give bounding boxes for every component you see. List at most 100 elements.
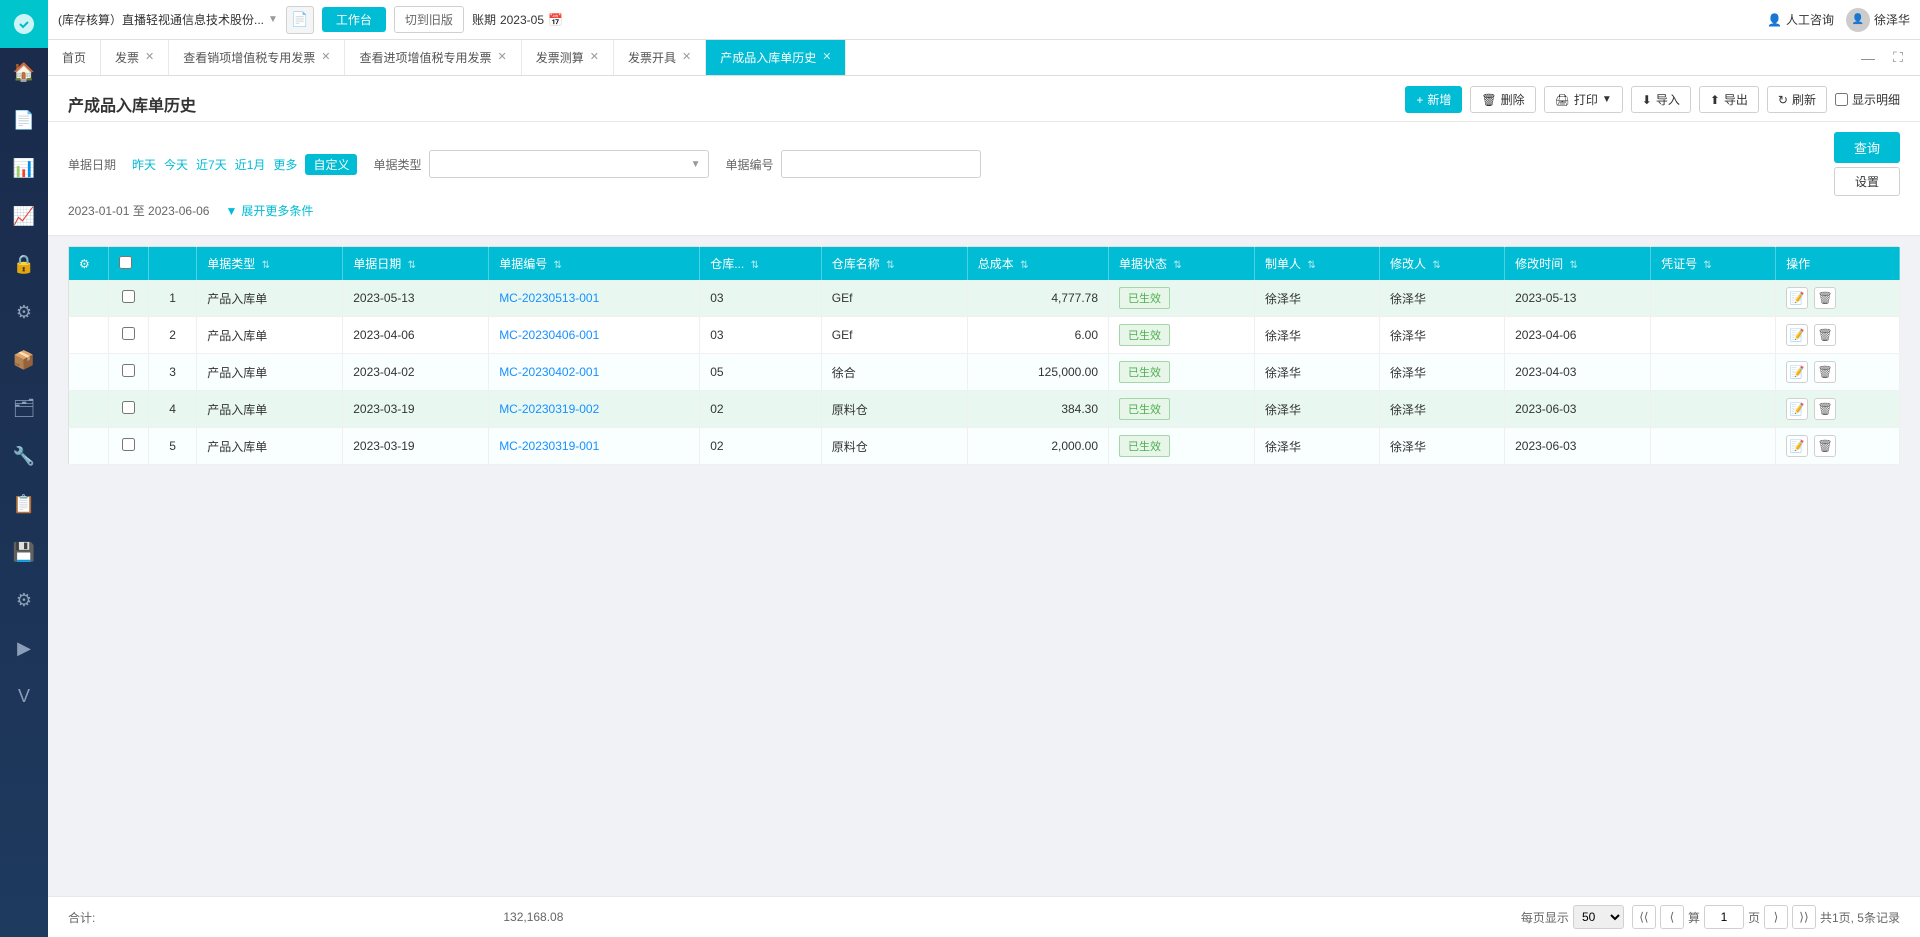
row-doc-num-2[interactable]: MC-20230402-001: [489, 354, 700, 391]
sidebar-item-folder[interactable]: 🗂: [0, 384, 48, 432]
row-checkbox-input-4[interactable]: [122, 438, 135, 451]
row-doc-num-3[interactable]: MC-20230319-002: [489, 391, 700, 428]
row-settings-1[interactable]: [69, 317, 109, 354]
row-edit-btn-2[interactable]: 📝: [1786, 361, 1808, 383]
doc-type-col-header[interactable]: 单据类型 ⇅: [197, 247, 343, 281]
row-checkbox-input-2[interactable]: [122, 364, 135, 377]
modifier-col-header[interactable]: 修改人 ⇅: [1380, 247, 1505, 281]
expand-btn[interactable]: ▼ 展开更多条件: [225, 202, 313, 219]
checkbox-col-header[interactable]: [109, 247, 149, 281]
refresh-button[interactable]: ↻ 刷新: [1767, 86, 1827, 113]
doc-type-select[interactable]: ▼: [429, 150, 709, 178]
tab-product-history-close[interactable]: ✕: [822, 52, 831, 63]
tab-home[interactable]: 首页: [48, 40, 101, 75]
tab-invoice-calc[interactable]: 发票测算 ✕: [522, 40, 614, 75]
row-settings-0[interactable]: [69, 280, 109, 317]
row-settings-4[interactable]: [69, 428, 109, 465]
tab-sales-invoice[interactable]: 查看销项增值税专用发票 ✕: [169, 40, 345, 75]
doc-num-col-header[interactable]: 单据编号 ⇅: [489, 247, 700, 281]
warehouse-name-col-header[interactable]: 仓库名称 ⇅: [821, 247, 967, 281]
prev-page-button[interactable]: ⟨: [1660, 905, 1684, 929]
row-checkbox-3[interactable]: [109, 391, 149, 428]
settings-col-header[interactable]: ⚙: [69, 247, 109, 281]
doc-icon-btn[interactable]: 📄: [286, 6, 314, 34]
tab-maximize-button[interactable]: ⛶: [1886, 46, 1910, 70]
row-edit-btn-0[interactable]: 📝: [1786, 287, 1808, 309]
sidebar-item-analytics[interactable]: 📈: [0, 192, 48, 240]
row-edit-btn-4[interactable]: 📝: [1786, 435, 1808, 457]
row-checkbox-0[interactable]: [109, 280, 149, 317]
tab-invoice-close[interactable]: ✕: [145, 52, 154, 63]
creator-col-header[interactable]: 制单人 ⇅: [1255, 247, 1380, 281]
row-delete-btn-2[interactable]: 🗑: [1814, 361, 1836, 383]
import-button[interactable]: ⬇ 导入: [1631, 86, 1691, 113]
voucher-col-header[interactable]: 凭证号 ⇅: [1651, 247, 1776, 281]
row-delete-btn-4[interactable]: 🗑: [1814, 435, 1836, 457]
row-checkbox-4[interactable]: [109, 428, 149, 465]
company-dropdown-icon[interactable]: ▼: [268, 14, 278, 25]
per-page-dropdown[interactable]: 50 100 200: [1573, 905, 1624, 929]
row-settings-2[interactable]: [69, 354, 109, 391]
export-button[interactable]: ⬆ 导出: [1699, 86, 1759, 113]
page-input[interactable]: [1704, 905, 1744, 929]
row-edit-btn-3[interactable]: 📝: [1786, 398, 1808, 420]
sidebar-item-play[interactable]: ▶: [0, 624, 48, 672]
calendar-icon[interactable]: 📅: [548, 13, 563, 27]
week-btn[interactable]: 近7天: [196, 156, 227, 173]
select-all-checkbox[interactable]: [119, 256, 132, 269]
row-edit-btn-1[interactable]: 📝: [1786, 324, 1808, 346]
switch-version-button[interactable]: 切到旧版: [394, 6, 464, 33]
query-button[interactable]: 查询: [1834, 132, 1900, 163]
row-checkbox-input-0[interactable]: [122, 290, 135, 303]
doc-num-input[interactable]: [781, 150, 981, 178]
sidebar-item-config[interactable]: ⚙: [0, 576, 48, 624]
warehouse-col-header[interactable]: 仓库... ⇅: [700, 247, 822, 281]
tab-minimize-button[interactable]: —: [1856, 46, 1880, 70]
work-station-button[interactable]: 工作台: [322, 7, 386, 32]
today-btn[interactable]: 今天: [164, 156, 188, 173]
tab-invoice-issue-close[interactable]: ✕: [682, 52, 691, 63]
user-profile[interactable]: 👤 徐泽华: [1846, 8, 1910, 32]
sidebar-item-chart[interactable]: 📊: [0, 144, 48, 192]
row-doc-num-0[interactable]: MC-20230513-001: [489, 280, 700, 317]
total-cost-col-header[interactable]: 总成本 ⇅: [967, 247, 1108, 281]
sidebar-item-list[interactable]: 📋: [0, 480, 48, 528]
row-checkbox-input-1[interactable]: [122, 327, 135, 340]
sidebar-item-settings[interactable]: ⚙: [0, 288, 48, 336]
last-page-button[interactable]: ⟩⟩: [1792, 905, 1816, 929]
print-button[interactable]: 🖨 打印 ▼: [1544, 86, 1623, 113]
tab-purchase-invoice-close[interactable]: ✕: [498, 52, 507, 63]
month-btn[interactable]: 近1月: [235, 156, 266, 173]
more-btn[interactable]: 更多: [273, 156, 297, 173]
sidebar-item-save[interactable]: 💾: [0, 528, 48, 576]
tab-invoice-issue[interactable]: 发票开具 ✕: [614, 40, 706, 75]
row-delete-btn-1[interactable]: 🗑: [1814, 324, 1836, 346]
doc-status-col-header[interactable]: 单据状态 ⇅: [1109, 247, 1255, 281]
tab-invoice-calc-close[interactable]: ✕: [590, 52, 599, 63]
sidebar-item-tool[interactable]: 🔧: [0, 432, 48, 480]
row-doc-num-4[interactable]: MC-20230319-001: [489, 428, 700, 465]
sidebar-item-home[interactable]: 🏠: [0, 48, 48, 96]
row-doc-num-1[interactable]: MC-20230406-001: [489, 317, 700, 354]
yesterday-btn[interactable]: 昨天: [132, 156, 156, 173]
first-page-button[interactable]: ⟨⟨: [1632, 905, 1656, 929]
row-delete-btn-0[interactable]: 🗑: [1814, 287, 1836, 309]
sidebar-item-v[interactable]: V: [0, 672, 48, 720]
row-checkbox-1[interactable]: [109, 317, 149, 354]
doc-date-col-header[interactable]: 单据日期 ⇅: [343, 247, 489, 281]
tab-sales-invoice-close[interactable]: ✕: [321, 52, 330, 63]
row-checkbox-input-3[interactable]: [122, 401, 135, 414]
custom-btn[interactable]: 自定义: [305, 154, 357, 175]
sidebar-item-lock[interactable]: 🔒: [0, 240, 48, 288]
tab-product-history[interactable]: 产成品入库单历史 ✕: [706, 40, 846, 75]
company-name[interactable]: (库存核算）直播轻视通信息技术股份... ▼: [58, 11, 278, 28]
delete-button[interactable]: 🗑 删除: [1470, 86, 1535, 113]
help-button[interactable]: 👤 人工咨询: [1767, 11, 1834, 28]
show-detail-input[interactable]: [1835, 93, 1848, 106]
row-delete-btn-3[interactable]: 🗑: [1814, 398, 1836, 420]
set-button[interactable]: 设置: [1834, 167, 1900, 196]
row-checkbox-2[interactable]: [109, 354, 149, 391]
tab-invoice[interactable]: 发票 ✕: [101, 40, 169, 75]
sidebar-item-inventory[interactable]: 📦: [0, 336, 48, 384]
show-detail-checkbox[interactable]: 显示明细: [1835, 91, 1900, 108]
